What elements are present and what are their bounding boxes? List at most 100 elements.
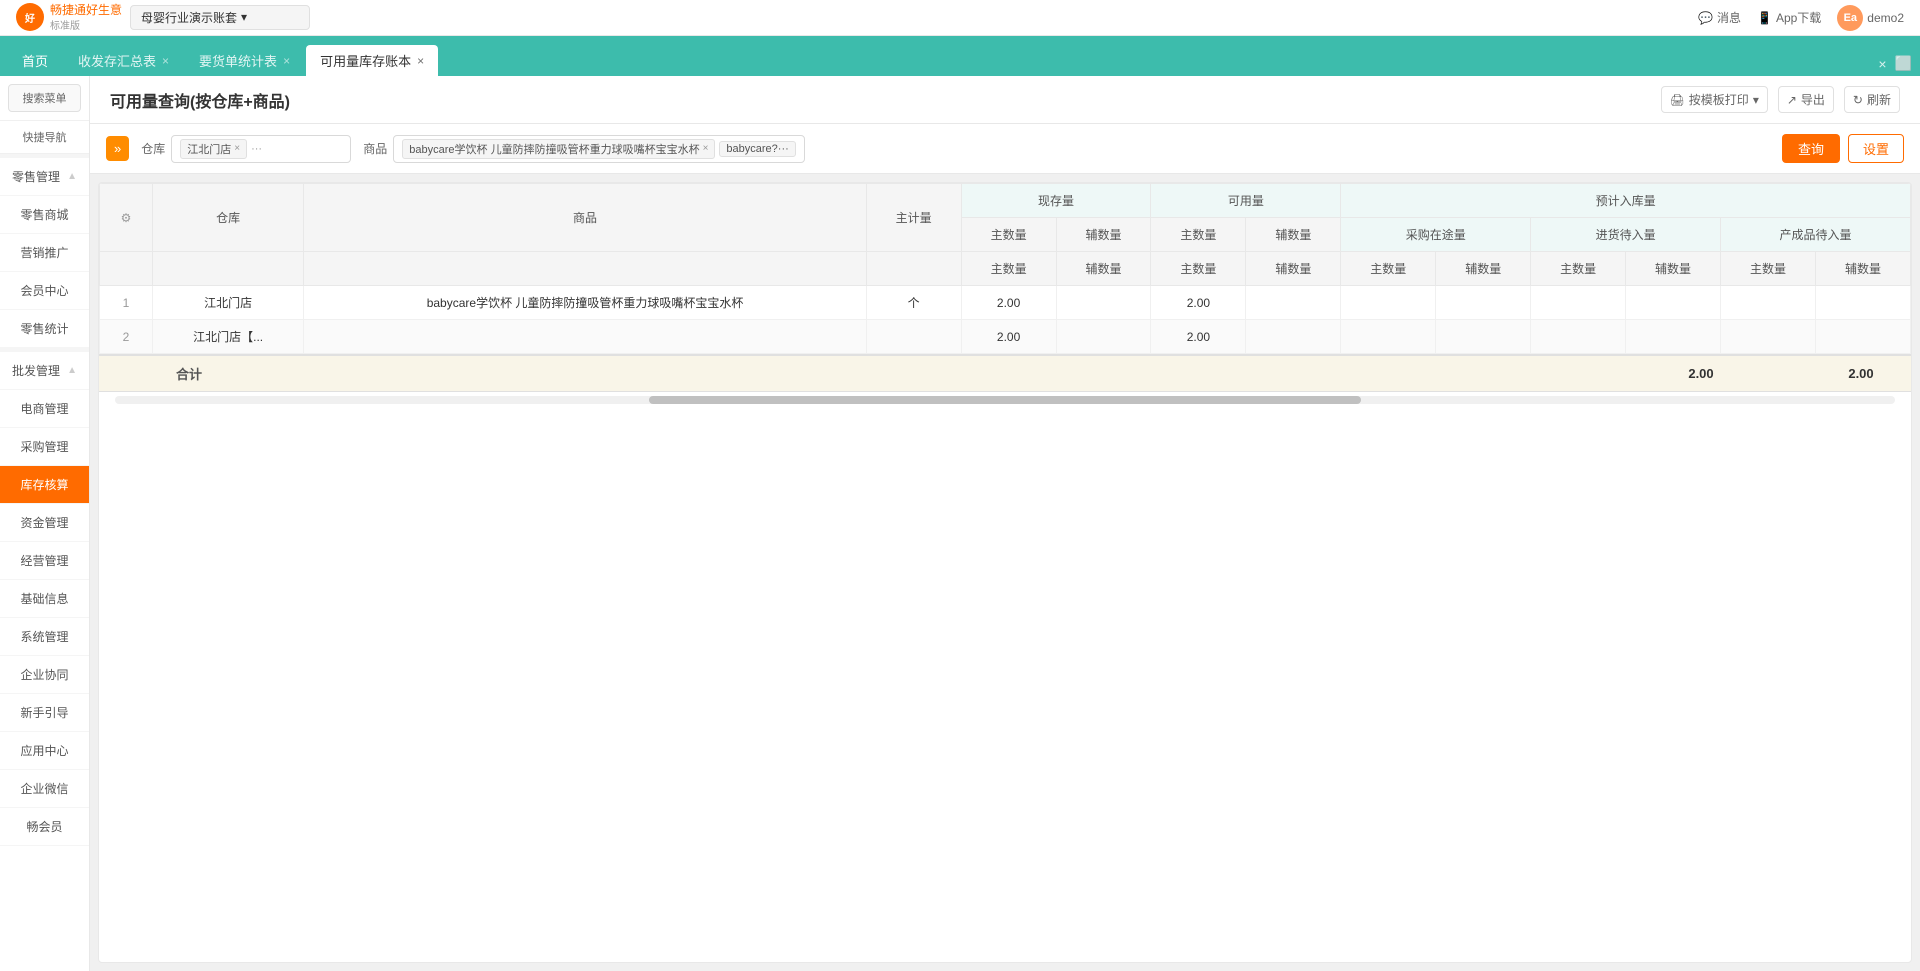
warehouse-tags-container[interactable]: 江北门店 × ··· <box>171 135 351 163</box>
sidebar-quick-nav[interactable]: 快捷导航 <box>0 121 89 154</box>
sidebar-item-finance[interactable]: 资金管理 <box>0 504 89 542</box>
th-inbound-group-label: 进货待入量 <box>1531 218 1721 252</box>
sidebar-label-member2: 畅会员 <box>26 818 62 835</box>
tab-available-inventory[interactable]: 可用量库存账本 × <box>306 45 438 76</box>
content-area: 可用量查询(按仓库+商品) 🖨 按模板打印 ▾ ↗ 导出 ↻ 刷新 » <box>90 76 1920 971</box>
tab-available-inventory-close[interactable]: × <box>417 54 424 68</box>
print-icon: 🖨 <box>1670 93 1685 107</box>
sidebar-item-enterprise-wechat[interactable]: 企业微信 <box>0 770 89 808</box>
th-empty-settings <box>100 252 153 286</box>
scroll-bar-area[interactable] <box>99 391 1911 408</box>
tab-order-stats[interactable]: 要货单统计表 × <box>185 45 304 76</box>
sidebar-label-marketing: 营销推广 <box>20 244 68 261</box>
message-btn[interactable]: 💬 消息 <box>1698 9 1741 26</box>
th-stock-group: 现存量 <box>961 184 1151 218</box>
warehouse-tag: 江北门店 × <box>180 139 247 159</box>
sidebar-label-enterprise-wechat: 企业微信 <box>20 780 68 797</box>
th-production-group-label: 产成品待入量 <box>1721 218 1911 252</box>
sidebar-item-operations[interactable]: 经营管理 <box>0 542 89 580</box>
th-settings[interactable]: ⚙ <box>100 184 153 252</box>
app-download-label: App下载 <box>1776 9 1821 26</box>
sidebar-item-member[interactable]: 会员中心 <box>0 272 89 310</box>
th-avail-sub: 辅数量 <box>1246 218 1341 252</box>
main-layout: 搜索菜单 快捷导航 零售管理 ▲ 零售商城 营销推广 会员中心 零售统计 批发管… <box>0 76 1920 971</box>
sidebar-label-finance: 资金管理 <box>20 514 68 531</box>
warehouse-more-icon[interactable]: ··· <box>251 143 262 155</box>
scroll-thumb[interactable] <box>649 396 1361 404</box>
sidebar-item-marketing[interactable]: 营销推广 <box>0 234 89 272</box>
query-btn[interactable]: 查询 <box>1782 134 1840 163</box>
export-btn[interactable]: ↗ 导出 <box>1778 86 1834 113</box>
sidebar-item-ecommerce[interactable]: 电商管理 <box>0 390 89 428</box>
sidebar-search-area: 搜索菜单 <box>0 76 89 121</box>
tab-home[interactable]: 首页 <box>8 45 62 76</box>
tab-order-stats-close[interactable]: × <box>283 54 290 68</box>
sidebar-label-wholesale-mgmt: 批发管理 <box>12 362 60 379</box>
export-icon: ↗ <box>1787 93 1797 107</box>
th-product: 商品 <box>304 184 866 252</box>
sidebar-item-newbie[interactable]: 新手引导 <box>0 694 89 732</box>
sidebar-item-inventory[interactable]: 库存核算 <box>0 466 89 504</box>
logo-icon: 好 <box>16 3 44 31</box>
sidebar-item-wholesale-mgmt[interactable]: 批发管理 ▲ <box>0 352 89 390</box>
filter-bar: » 仓库 江北门店 × ··· 商品 babycare学饮杯 儿童防摔防撞吸管杯… <box>90 124 1920 174</box>
th-purchase-group-label: 采购在途量 <box>1341 218 1531 252</box>
app-download-btn[interactable]: 📱 App下载 <box>1757 9 1821 26</box>
warehouse-tag-text: 江北门店 <box>187 141 231 157</box>
message-icon: 💬 <box>1698 11 1713 25</box>
sidebar-item-purchase[interactable]: 采购管理 <box>0 428 89 466</box>
window-controls: × ⬜ <box>1878 55 1912 76</box>
company-selector[interactable]: 母婴行业演示账套 ▾ <box>130 5 310 30</box>
th-empty-wh <box>152 252 304 286</box>
sidebar-label-retail-stats: 零售统计 <box>20 320 68 337</box>
tab-home-label: 首页 <box>22 51 48 70</box>
product-tag-1-close[interactable]: × <box>703 143 709 154</box>
filter-expand-btn[interactable]: » <box>106 136 129 161</box>
footer-stock-main: 2.00 <box>1661 366 1741 381</box>
sidebar-item-enterprise[interactable]: 企业协同 <box>0 656 89 694</box>
th-warehouse: 仓库 <box>152 184 304 252</box>
export-label: 导出 <box>1801 91 1825 108</box>
sidebar-search-btn[interactable]: 搜索菜单 <box>8 84 81 112</box>
settings-btn[interactable]: 设置 <box>1848 134 1904 163</box>
th-avail-sub-2: 辅数量 <box>1246 252 1341 286</box>
sidebar-label-basic-info: 基础信息 <box>20 590 68 607</box>
sidebar-item-basic-info[interactable]: 基础信息 <box>0 580 89 618</box>
sidebar-item-retail-stats[interactable]: 零售统计 <box>0 310 89 348</box>
product-tag-2-text: babycare?··· <box>726 143 788 155</box>
warehouse-filter: 仓库 江北门店 × ··· <box>141 135 351 163</box>
user-area[interactable]: Ea demo2 <box>1837 5 1904 31</box>
sidebar-item-member2[interactable]: 畅会员 <box>0 808 89 846</box>
page-title: 可用量查询(按仓库+商品) <box>110 88 290 112</box>
avatar: Ea <box>1837 5 1863 31</box>
th-production-main: 主数量 <box>1721 252 1816 286</box>
refresh-btn[interactable]: ↻ 刷新 <box>1844 86 1900 113</box>
th-purchase-sub: 辅数量 <box>1436 252 1531 286</box>
table-row: 2江北门店【...2.002.00 <box>100 320 1911 354</box>
th-stock-main-2: 主数量 <box>961 252 1056 286</box>
sidebar-item-system[interactable]: 系统管理 <box>0 618 89 656</box>
sidebar-item-retail-mgmt[interactable]: 零售管理 ▲ <box>0 158 89 196</box>
page-header: 可用量查询(按仓库+商品) 🖨 按模板打印 ▾ ↗ 导出 ↻ 刷新 <box>90 76 1920 124</box>
sidebar-item-app-center[interactable]: 应用中心 <box>0 732 89 770</box>
filter-actions: 查询 设置 <box>1782 134 1904 163</box>
tab-receivable[interactable]: 收发存汇总表 × <box>64 45 183 76</box>
logo-sub: 标准版 <box>50 17 122 32</box>
sidebar-item-retail-store[interactable]: 零售商城 <box>0 196 89 234</box>
table-container: ⚙ 仓库 商品 主计量 现存量 可用量 预计入库量 主数量 辅数量 主数量 辅数… <box>98 182 1912 963</box>
print-label: 按模板打印 <box>1689 91 1749 108</box>
window-close-btn[interactable]: × <box>1878 56 1886 72</box>
th-avail-main-2: 主数量 <box>1151 252 1246 286</box>
product-filter: 商品 babycare学饮杯 儿童防摔防撞吸管杯重力球吸嘴杯宝宝水杯 × bab… <box>363 135 805 163</box>
product-tags-container[interactable]: babycare学饮杯 儿童防摔防撞吸管杯重力球吸嘴杯宝宝水杯 × babyca… <box>393 135 805 163</box>
window-restore-btn[interactable]: ⬜ <box>1895 55 1912 72</box>
th-stock-sub: 辅数量 <box>1056 218 1151 252</box>
user-name: demo2 <box>1867 11 1904 25</box>
nav-tabs: 首页 收发存汇总表 × 要货单统计表 × 可用量库存账本 × × ⬜ <box>0 36 1920 76</box>
tab-receivable-close[interactable]: × <box>162 54 169 68</box>
warehouse-tag-close[interactable]: × <box>234 143 240 154</box>
print-btn[interactable]: 🖨 按模板打印 ▾ <box>1661 86 1768 113</box>
page-actions: 🖨 按模板打印 ▾ ↗ 导出 ↻ 刷新 <box>1661 86 1900 113</box>
th-incoming-group: 预计入库量 <box>1341 184 1911 218</box>
scroll-track <box>115 396 1895 404</box>
